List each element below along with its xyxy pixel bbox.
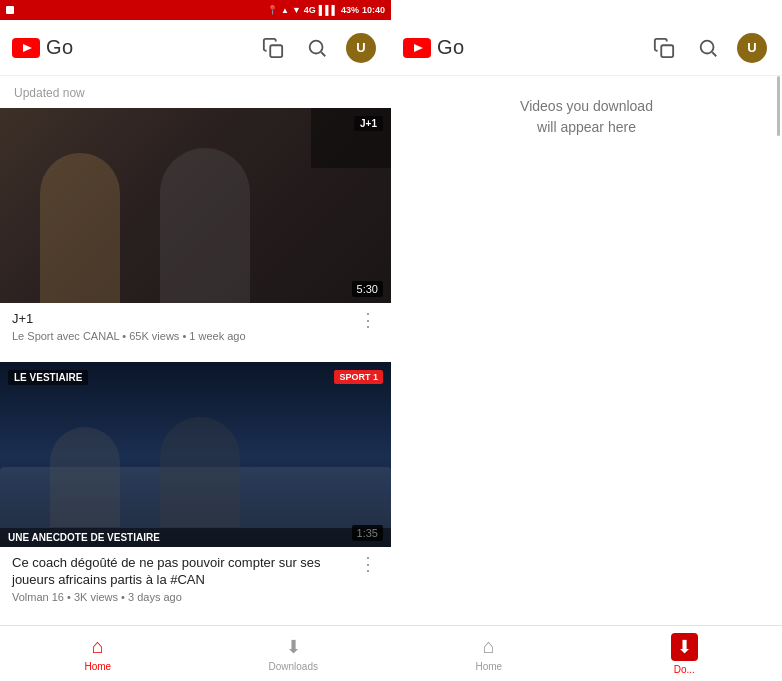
downloads-icon-right: ⬇ xyxy=(671,633,698,661)
location-icon: 📍 xyxy=(267,5,278,15)
thumbnail-scene-1 xyxy=(0,108,391,303)
lower-bar-2: UNE ANECDOTE DE VESTIAIRE xyxy=(0,528,391,547)
video-sub-1: Le Sport avec CANAL • 65K views • 1 week… xyxy=(12,330,349,342)
copy-button-right[interactable] xyxy=(646,30,682,66)
video-info-1: J+1 Le Sport avec CANAL • 65K views • 1 … xyxy=(12,311,349,342)
svg-point-3 xyxy=(310,40,323,53)
app-bar-left: Go U xyxy=(0,20,391,76)
thumbnail-scene-2: LE VESTIAIRE xyxy=(0,362,391,547)
views-2: 3K views xyxy=(74,591,118,603)
nav-home-label-left: Home xyxy=(84,661,111,672)
signal-icon: ▲ xyxy=(281,6,289,15)
sport-badge-2: SPORT 1 xyxy=(334,370,383,384)
video-item-2[interactable]: LE VESTIAIRE SPORT 1 1:35 UNE ANECDOTE D… xyxy=(0,362,391,607)
content-left: Updated now J+1 5:30 J+1 Le Sport ave xyxy=(0,76,391,625)
video-sub-2: Volman 16 • 3K views • 3 days ago xyxy=(12,591,349,603)
notification-dot xyxy=(6,6,14,14)
status-notification xyxy=(6,6,14,14)
app-bar-right: Go U xyxy=(391,20,782,76)
empty-state-text: Videos you download will appear here xyxy=(520,96,653,138)
app-title-left: Go xyxy=(46,36,74,59)
network-4g: 4G xyxy=(304,5,316,15)
avatar-button-left[interactable]: U xyxy=(343,30,379,66)
right-panel: 📍 ▲ ▼ 4G ▌▌▌ 43% 10:40 Go xyxy=(391,0,782,681)
scroll-indicator xyxy=(777,76,780,136)
content-right: Videos you download will appear here xyxy=(391,76,782,625)
person-1 xyxy=(40,153,120,303)
status-bar-left: 📍 ▲ ▼ 4G ▌▌▌ 43% 10:40 xyxy=(0,0,391,20)
nav-downloads-left[interactable]: ⬇ Downloads xyxy=(196,626,392,681)
updated-label: Updated now xyxy=(0,76,391,108)
person-studio-2 xyxy=(160,417,240,527)
person-2 xyxy=(160,148,250,303)
svg-rect-2 xyxy=(270,45,282,57)
time-ago-1: 1 week ago xyxy=(189,330,245,342)
search-button-right[interactable] xyxy=(690,30,726,66)
person-studio-1 xyxy=(50,427,120,527)
duration-badge-1: 5:30 xyxy=(352,281,383,297)
video-thumbnail-1[interactable]: J+1 5:30 xyxy=(0,108,391,303)
vestiaire-badge: LE VESTIAIRE xyxy=(8,370,88,385)
user-avatar-left: U xyxy=(346,33,376,63)
nav-downloads-right[interactable]: ⬇ Do... xyxy=(587,626,783,681)
nav-downloads-label-right: Do... xyxy=(674,664,695,675)
video-item-1[interactable]: J+1 5:30 J+1 Le Sport avec CANAL • 65K v… xyxy=(0,108,391,346)
bottom-nav-left: ⌂ Home ⬇ Downloads xyxy=(0,625,391,681)
video-thumbnail-2[interactable]: LE VESTIAIRE SPORT 1 1:35 UNE ANECDOTE D… xyxy=(0,362,391,547)
home-icon-left: ⌂ xyxy=(92,635,104,658)
signal-bars: ▌▌▌ xyxy=(319,5,338,15)
youtube-go-icon xyxy=(12,38,40,58)
time-display: 10:40 xyxy=(362,5,385,15)
status-info: 📍 ▲ ▼ 4G ▌▌▌ 43% 10:40 xyxy=(267,5,385,15)
app-logo-left[interactable]: Go xyxy=(12,36,74,59)
home-icon-right: ⌂ xyxy=(483,635,495,658)
left-panel: 📍 ▲ ▼ 4G ▌▌▌ 43% 10:40 Go xyxy=(0,0,391,681)
video-meta-1: J+1 Le Sport avec CANAL • 65K views • 1 … xyxy=(0,303,391,346)
nav-home-label-right: Home xyxy=(475,661,502,672)
avatar-button-right[interactable]: U xyxy=(734,30,770,66)
video-meta-2: Ce coach dégoûté de ne pas pouvoir compt… xyxy=(0,547,391,607)
video-title-2: Ce coach dégoûté de ne pas pouvoir compt… xyxy=(12,555,349,589)
svg-rect-6 xyxy=(661,45,673,57)
empty-line1: Videos you download xyxy=(520,98,653,114)
user-avatar-right: U xyxy=(737,33,767,63)
downloads-icon-left: ⬇ xyxy=(286,636,301,658)
nav-home-right[interactable]: ⌂ Home xyxy=(391,626,587,681)
app-title-right: Go xyxy=(437,36,465,59)
youtube-go-icon-right xyxy=(403,38,431,58)
wifi-icon: ▼ xyxy=(292,5,301,15)
dot-sep-3: • xyxy=(67,591,74,603)
channel-name-1: Le Sport avec CANAL xyxy=(12,330,119,342)
copy-button-left[interactable] xyxy=(255,30,291,66)
video-info-2: Ce coach dégoûté de ne pas pouvoir compt… xyxy=(12,555,349,603)
empty-state: Videos you download will appear here xyxy=(391,76,782,158)
more-button-2[interactable]: ⋮ xyxy=(357,555,379,573)
time-ago-2: 3 days ago xyxy=(128,591,182,603)
svg-point-7 xyxy=(701,40,714,53)
channel-name-2: Volman 16 xyxy=(12,591,64,603)
views-1: 65K views xyxy=(129,330,179,342)
more-button-1[interactable]: ⋮ xyxy=(357,311,379,329)
nav-downloads-label-left: Downloads xyxy=(269,661,318,672)
battery-pct: 43% xyxy=(341,5,359,15)
app-logo-right[interactable]: Go xyxy=(403,36,465,59)
channel-badge-1: J+1 xyxy=(354,116,383,131)
video-title-1: J+1 xyxy=(12,311,349,328)
empty-line2: will appear here xyxy=(537,119,636,135)
dot-sep-4: • xyxy=(121,591,128,603)
nav-home-left[interactable]: ⌂ Home xyxy=(0,626,196,681)
search-button-left[interactable] xyxy=(299,30,335,66)
bottom-nav-right: ⌂ Home ⬇ Do... xyxy=(391,625,782,681)
